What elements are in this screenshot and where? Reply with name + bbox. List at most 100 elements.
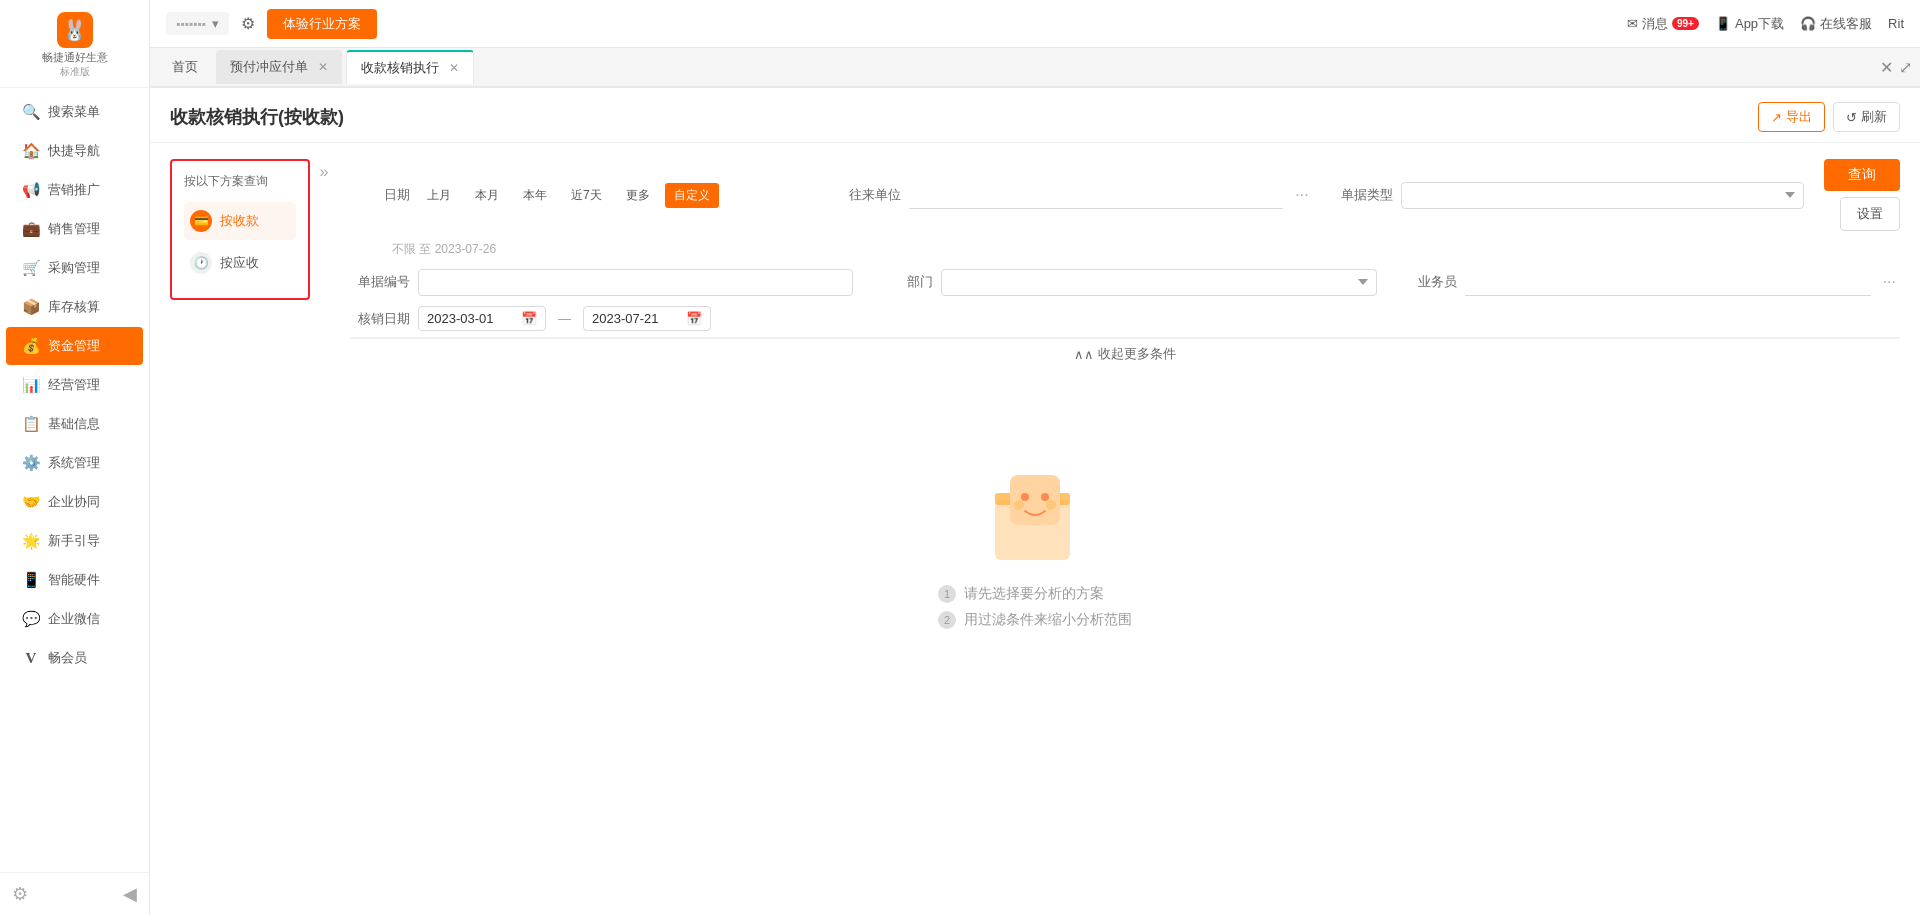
setting-button[interactable]: 设置 bbox=[1840, 197, 1900, 231]
sidebar-footer: ⚙ ◀ bbox=[0, 872, 149, 915]
sidebar-item-wechat[interactable]: 💬 企业微信 bbox=[6, 600, 143, 638]
verify-date-label: 核销日期 bbox=[350, 310, 410, 328]
date-btn-7days[interactable]: 近7天 bbox=[562, 183, 611, 208]
purchase-icon: 🛒 bbox=[22, 259, 40, 277]
sidebar-item-member[interactable]: V 畅会员 bbox=[6, 639, 143, 677]
filter-by-receipt[interactable]: 💳 按收款 bbox=[184, 202, 296, 240]
date-shortcuts: 上月 本月 本年 近7天 更多 自定义 bbox=[418, 183, 719, 208]
gear-icon[interactable]: ⚙ bbox=[241, 14, 255, 33]
unit-row: 往来单位 ··· bbox=[841, 181, 1312, 209]
filter-title: 按以下方案查询 bbox=[184, 173, 296, 190]
tab-prepay[interactable]: 预付冲应付单 ✕ bbox=[216, 50, 342, 84]
industry-solution-button[interactable]: 体验行业方案 bbox=[267, 9, 377, 39]
brand-text: ▪▪▪▪▪▪▪ bbox=[176, 17, 206, 31]
collapse-sidebar-icon[interactable]: ◀ bbox=[123, 883, 137, 905]
member-icon: V bbox=[22, 650, 40, 667]
bill-no-input[interactable] bbox=[418, 269, 853, 296]
collapse-filter-button[interactable]: » bbox=[314, 163, 334, 181]
refresh-button[interactable]: ↺ 刷新 bbox=[1833, 102, 1900, 132]
basic-info-icon: 📋 bbox=[22, 415, 40, 433]
calendar-start-icon[interactable]: 📅 bbox=[521, 311, 537, 326]
page-title: 收款核销执行(按收款) bbox=[170, 105, 344, 129]
tab-maximize-button[interactable]: ⤢ bbox=[1899, 58, 1912, 77]
bill-type-label: 单据类型 bbox=[1333, 186, 1393, 204]
finance-icon: 💰 bbox=[22, 337, 40, 355]
app-download-button[interactable]: 📱 App下载 bbox=[1715, 15, 1784, 33]
online-service-button[interactable]: 🎧 在线客服 bbox=[1800, 15, 1872, 33]
sidebar-item-basic-info[interactable]: 📋 基础信息 bbox=[6, 405, 143, 443]
tab-collection[interactable]: 收款核销执行 ✕ bbox=[346, 50, 474, 84]
sidebar-item-quick-nav[interactable]: 🏠 快捷导航 bbox=[6, 132, 143, 170]
sidebar-item-enterprise[interactable]: 🤝 企业协同 bbox=[6, 483, 143, 521]
sidebar-item-inventory[interactable]: 📦 库存核算 bbox=[6, 288, 143, 326]
sidebar-item-sales[interactable]: 💼 销售管理 bbox=[6, 210, 143, 248]
sidebar-item-operation[interactable]: 📊 经营管理 bbox=[6, 366, 143, 404]
staff-ellipsis[interactable]: ··· bbox=[1879, 273, 1900, 291]
empty-state: 1 请先选择要分析的方案 2 用过滤条件来缩小分析范围 bbox=[150, 385, 1920, 677]
header-actions: ✉ 消息 99+ 📱 App下载 🎧 在线客服 Rit bbox=[1627, 15, 1904, 33]
date-btn-this-year[interactable]: 本年 bbox=[514, 183, 556, 208]
unit-ellipsis[interactable]: ··· bbox=[1291, 186, 1312, 204]
refresh-icon: ↺ bbox=[1846, 110, 1857, 125]
date-label: 日期 bbox=[350, 186, 410, 204]
date-btn-this-month[interactable]: 本月 bbox=[466, 183, 508, 208]
tab-collection-close[interactable]: ✕ bbox=[449, 61, 459, 75]
query-button[interactable]: 查询 bbox=[1824, 159, 1900, 191]
bill-type-select[interactable] bbox=[1401, 182, 1804, 209]
export-button[interactable]: ↗ 导出 bbox=[1758, 102, 1825, 132]
svg-point-3 bbox=[1021, 493, 1029, 501]
svg-point-5 bbox=[1014, 500, 1024, 510]
collapse-more-button[interactable]: ∧∧ 收起更多条件 bbox=[350, 338, 1900, 369]
date-hint: 不限 至 2023-07-26 bbox=[392, 241, 1900, 258]
sidebar-item-beginner[interactable]: 🌟 新手引导 bbox=[6, 522, 143, 560]
beginner-icon: 🌟 bbox=[22, 532, 40, 550]
sales-icon: 💼 bbox=[22, 220, 40, 238]
wechat-icon: 💬 bbox=[22, 610, 40, 628]
calendar-end-icon[interactable]: 📅 bbox=[686, 311, 702, 326]
tab-close-all-button[interactable]: ✕ bbox=[1880, 58, 1893, 77]
sidebar-item-hardware[interactable]: 📱 智能硬件 bbox=[6, 561, 143, 599]
staff-input[interactable] bbox=[1465, 268, 1871, 296]
sidebar-item-marketing[interactable]: 📢 营销推广 bbox=[6, 171, 143, 209]
settings-footer-icon[interactable]: ⚙ bbox=[12, 883, 28, 905]
staff-row: 业务员 ··· bbox=[1397, 268, 1900, 296]
department-select[interactable] bbox=[941, 269, 1376, 296]
brand-selector[interactable]: ▪▪▪▪▪▪▪ ▾ bbox=[166, 12, 229, 35]
top-header: ▪▪▪▪▪▪▪ ▾ ⚙ 体验行业方案 ✉ 消息 99+ 📱 App下载 🎧 在线… bbox=[150, 0, 1920, 48]
svg-point-4 bbox=[1041, 493, 1049, 501]
verify-date-end-wrap: 📅 bbox=[583, 306, 711, 331]
department-row: 部门 bbox=[873, 268, 1376, 296]
date-btn-last-month[interactable]: 上月 bbox=[418, 183, 460, 208]
brand-dropdown-icon: ▾ bbox=[212, 16, 219, 31]
app-name: 畅捷通好生意 bbox=[42, 50, 108, 65]
verify-date-end-input[interactable] bbox=[592, 311, 682, 326]
empty-illustration bbox=[975, 465, 1095, 565]
tab-prepay-close[interactable]: ✕ bbox=[318, 60, 328, 74]
app-icon: 📱 bbox=[1715, 16, 1731, 31]
empty-hint-2: 2 用过滤条件来缩小分析范围 bbox=[938, 611, 1132, 629]
message-badge: 99+ bbox=[1672, 17, 1699, 30]
verify-date-row: 核销日期 📅 — 📅 bbox=[350, 306, 860, 331]
date-dash: — bbox=[558, 311, 571, 326]
receivable-icon: 🕐 bbox=[190, 252, 212, 274]
date-hint-text: 不限 至 2023-07-26 bbox=[392, 242, 496, 256]
sidebar-item-purchase[interactable]: 🛒 采购管理 bbox=[6, 249, 143, 287]
tab-home[interactable]: 首页 bbox=[158, 50, 212, 84]
hint-num-1: 1 bbox=[938, 585, 956, 603]
user-account[interactable]: Rit bbox=[1888, 16, 1904, 31]
sidebar-item-system[interactable]: ⚙️ 系统管理 bbox=[6, 444, 143, 482]
sidebar-menu: 🔍 搜索菜单 🏠 快捷导航 📢 营销推广 💼 销售管理 🛒 采购管理 📦 库存核… bbox=[0, 88, 149, 872]
verify-date-start-input[interactable] bbox=[427, 311, 517, 326]
main-content: ▪▪▪▪▪▪▪ ▾ ⚙ 体验行业方案 ✉ 消息 99+ 📱 App下载 🎧 在线… bbox=[150, 0, 1920, 915]
sidebar-item-finance[interactable]: 💰 资金管理 bbox=[6, 327, 143, 365]
department-label: 部门 bbox=[873, 273, 933, 291]
date-btn-custom[interactable]: 自定义 bbox=[665, 183, 719, 208]
page-content: 收款核销执行(按收款) ↗ 导出 ↺ 刷新 按以下方案查询 💳 bbox=[150, 88, 1920, 915]
service-icon: 🎧 bbox=[1800, 16, 1816, 31]
unit-input[interactable] bbox=[909, 181, 1283, 209]
date-btn-more[interactable]: 更多 bbox=[617, 183, 659, 208]
sidebar-item-search[interactable]: 🔍 搜索菜单 bbox=[6, 93, 143, 131]
message-icon: ✉ bbox=[1627, 16, 1638, 31]
messages-button[interactable]: ✉ 消息 99+ bbox=[1627, 15, 1699, 33]
filter-by-receivable[interactable]: 🕐 按应收 bbox=[184, 244, 296, 282]
